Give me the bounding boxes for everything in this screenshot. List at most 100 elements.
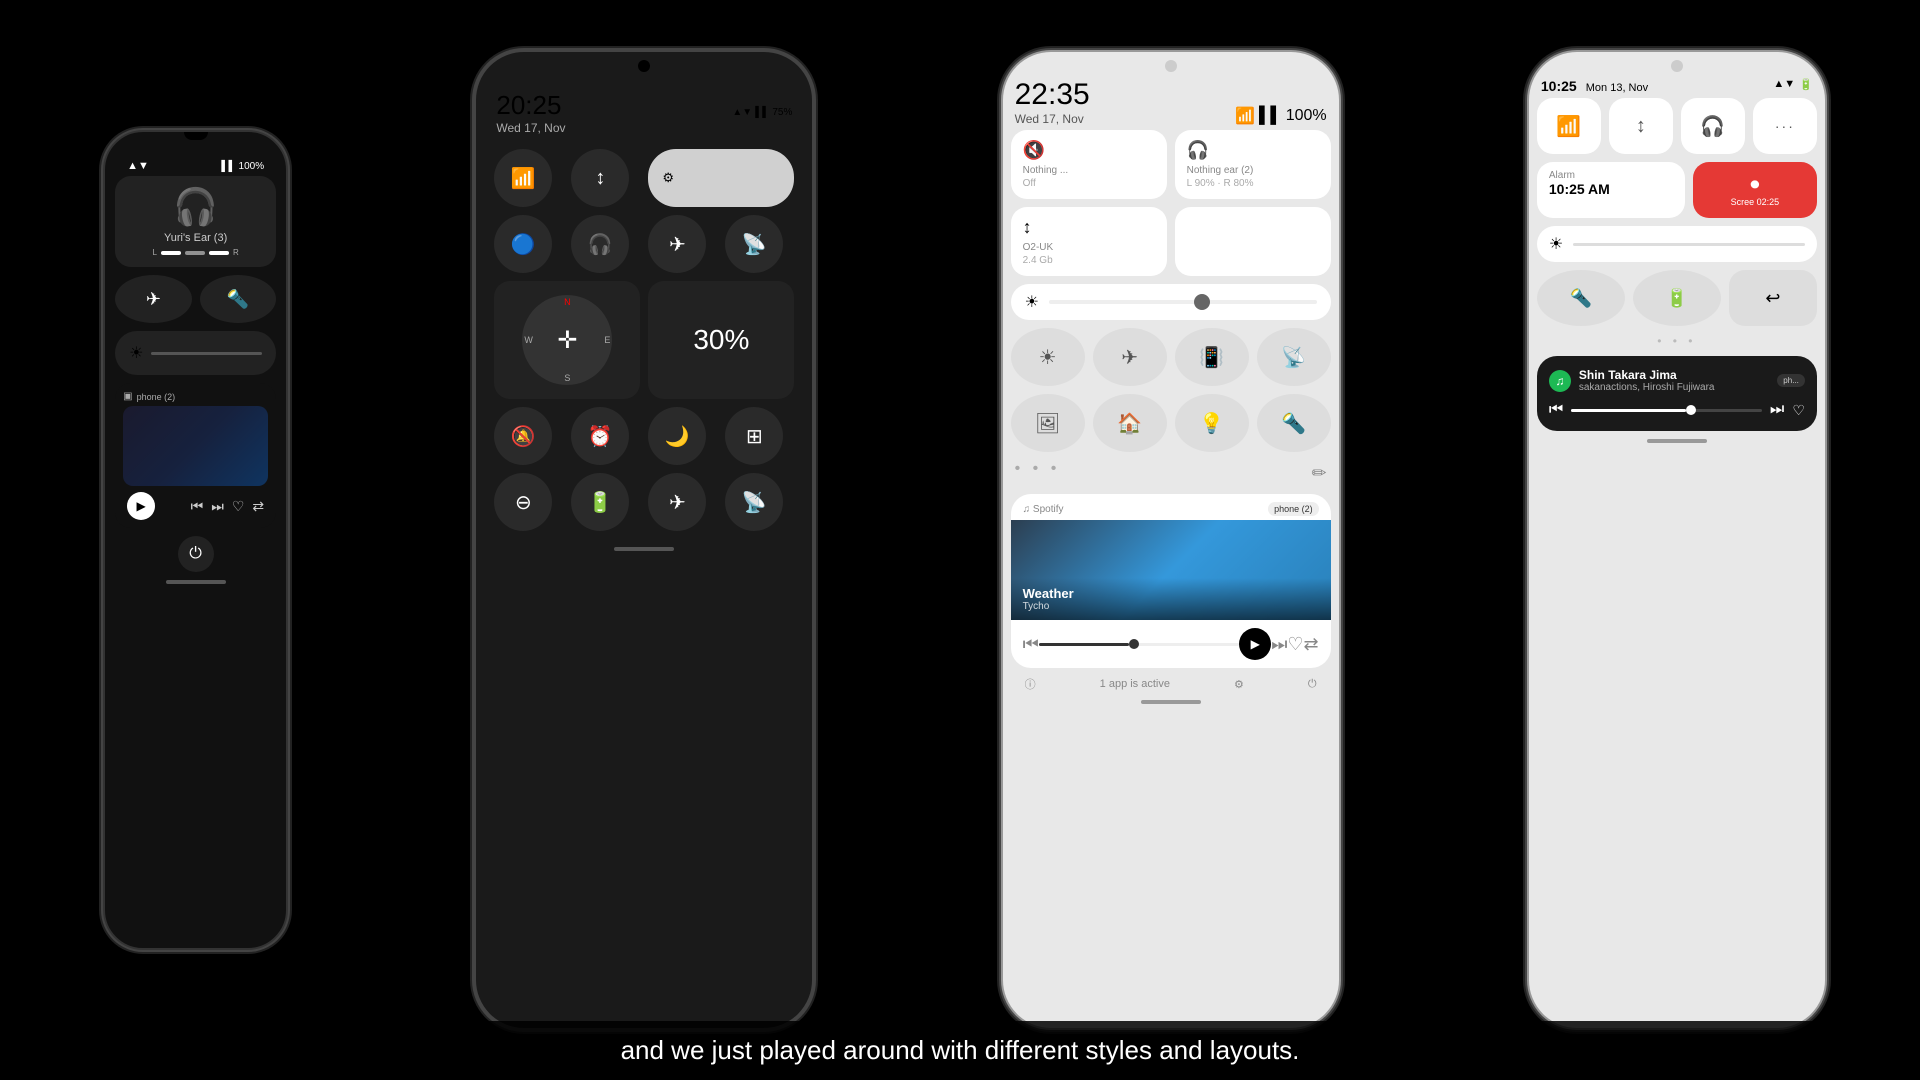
wifi-icon: ▲▼: [732, 107, 752, 118]
music-progress: [1039, 643, 1239, 646]
phone-4-brightness-slider[interactable]: ☀: [1537, 226, 1817, 262]
flashlight-button[interactable]: 🔦: [200, 275, 277, 323]
hotspot-btn[interactable]: 📡: [1257, 328, 1331, 386]
play-button[interactable]: ▶: [127, 492, 155, 520]
phone-1-earbuds-card: 🎧 Yuri's Ear (3) L R: [115, 176, 276, 267]
data-toggle-button[interactable]: ↕: [571, 149, 629, 207]
screen-record-tile[interactable]: ⏺ Scree 02:25: [1693, 162, 1817, 218]
nothing-tile[interactable]: 🔇 Nothing ... Off: [1011, 130, 1167, 199]
flashlight-btn[interactable]: 🔦: [1257, 394, 1331, 452]
phone-4-row1: 📶 ↕ 🎧 ···: [1537, 98, 1817, 154]
alarm-tile[interactable]: Alarm 10:25 AM: [1537, 162, 1685, 218]
phone-2-status-bar: 20:25 Wed 17, Nov ▲▼ ▌▌ 75%: [486, 62, 802, 143]
heart-btn[interactable]: ♡: [1792, 402, 1805, 419]
heart-icon[interactable]: ♡: [232, 498, 245, 515]
spotify-label: ♫ Spotify: [1023, 504, 1064, 515]
progress-dot: [1129, 639, 1139, 649]
earbuds-tile-label: Nothing ear (2): [1187, 165, 1319, 176]
torch-btn[interactable]: 🔦: [1537, 270, 1625, 326]
settings-icon: ⚙: [662, 170, 674, 186]
settings-icon[interactable]: ⚙: [1234, 678, 1244, 691]
phone-3-quick-row1: ☀ ✈ 📳 📡: [1011, 328, 1331, 386]
rotate-tile[interactable]: ↩: [1729, 270, 1817, 326]
record-icon: ⏺: [1750, 174, 1759, 195]
earbuds-tile[interactable]: 🎧 Nothing ear (2) L 90% · R 80%: [1175, 130, 1331, 199]
wifi-button[interactable]: 📶: [494, 149, 552, 207]
prev-icon[interactable]: ⏮: [191, 498, 204, 515]
phone-1-quick-row: ✈ 🔦: [115, 275, 276, 323]
progress-dot: [1686, 405, 1696, 415]
music-progress: [1571, 409, 1762, 412]
airplane-button[interactable]: ✈: [648, 215, 706, 273]
home-indicator: [166, 580, 226, 584]
home-btn[interactable]: 🏠: [1093, 394, 1167, 452]
airplane2-button[interactable]: ✈: [648, 473, 706, 531]
bluetooth-button[interactable]: 🔵: [494, 215, 552, 273]
photo-btn[interactable]: 🖼: [1011, 394, 1085, 452]
phone-4-camera: [1671, 60, 1683, 72]
brightness-btn[interactable]: ☀: [1011, 328, 1085, 386]
compass-south: S: [564, 373, 570, 383]
vibrate-btn[interactable]: 📳: [1175, 328, 1249, 386]
prev-icon[interactable]: ⏮: [1023, 634, 1039, 655]
phone-1-status-bar: ▲▼ ▌▌ 100%: [115, 142, 276, 176]
brightness-track: [151, 352, 262, 355]
hotspot2-button[interactable]: 📡: [725, 473, 783, 531]
power-button[interactable]: ⏻: [178, 536, 214, 572]
time-area: 22:35 Wed 17, Nov: [1015, 78, 1090, 126]
music-controls: ▶ ⏮ ⏭ ♡ ⇄: [123, 492, 268, 520]
compass-east: E: [604, 335, 610, 345]
battery-pct: 75%: [772, 107, 792, 118]
play-button[interactable]: ▶: [1239, 628, 1271, 660]
artist-name: sakanactions, Hiroshi Fujiwara: [1579, 382, 1715, 393]
airplane-button[interactable]: ✈: [115, 275, 192, 323]
song-info: Shin Takara Jima sakanactions, Hiroshi F…: [1579, 368, 1715, 393]
phone-2-time: 20:25: [496, 90, 565, 121]
music-artist: Tycho: [1023, 601, 1319, 612]
compass-north: N: [564, 297, 571, 307]
screen-button[interactable]: ⊞: [725, 407, 783, 465]
data-btn[interactable]: ↕: [1609, 98, 1673, 154]
phone-1-music-card: ▣ phone (2) ▶ ⏮ ⏭ ♡ ⇄: [115, 383, 276, 528]
heart-icon[interactable]: ♡: [1287, 634, 1303, 655]
data-icon: ▲▼: [1773, 78, 1795, 94]
phone-3-tiles-row1: 🔇 Nothing ... Off 🎧 Nothing ear (2) L 90…: [1011, 130, 1331, 199]
earbuds-button[interactable]: 🎧: [571, 215, 629, 273]
wifi-btn[interactable]: 📶: [1537, 98, 1601, 154]
empty-tile: [1175, 207, 1331, 276]
airplane-btn[interactable]: ✈: [1093, 328, 1167, 386]
mid-battery-seg: [185, 251, 205, 255]
next-icon[interactable]: ⏭: [211, 498, 224, 515]
phone-1-brightness-slider[interactable]: ☀: [115, 331, 276, 375]
hotspot-button[interactable]: 📡: [725, 215, 783, 273]
compass-west: W: [524, 335, 533, 345]
power-icon[interactable]: ⏻: [1308, 678, 1317, 691]
battery-button[interactable]: 🔋: [571, 473, 629, 531]
alarm-button[interactable]: ⏰: [571, 407, 629, 465]
active-app-label: 1 app is active: [1100, 678, 1170, 690]
settings-wide-button[interactable]: ⚙: [648, 149, 794, 207]
battery-saver-btn[interactable]: 🔋: [1633, 270, 1721, 326]
next-icon[interactable]: ⏭: [1271, 634, 1287, 655]
repeat-icon[interactable]: ⇄: [1304, 634, 1319, 655]
next-btn[interactable]: ⏭: [1770, 401, 1784, 419]
spotify-icon: ♫: [1549, 370, 1571, 392]
bulb-btn[interactable]: 💡: [1175, 394, 1249, 452]
percent-value: 30%: [693, 324, 749, 356]
date-str: Mon 13, Nov: [1586, 82, 1648, 94]
prev-btn[interactable]: ⏮: [1549, 401, 1563, 419]
phone-3-date: Wed 17, Nov: [1015, 112, 1090, 126]
phone-3-bottom-bar: ⓘ 1 app is active ⚙ ⏻: [1011, 668, 1331, 696]
earbuds-btn[interactable]: 🎧: [1681, 98, 1745, 154]
phone-3-brightness-slider[interactable]: ☀: [1011, 284, 1331, 320]
bedtime-button[interactable]: 🌙: [648, 407, 706, 465]
music-album-art: [123, 406, 268, 486]
dnd-button[interactable]: 🔕: [494, 407, 552, 465]
more-btn[interactable]: ···: [1753, 98, 1817, 154]
edit-icon[interactable]: ✏: [1312, 463, 1327, 484]
minus-button[interactable]: ⊖: [494, 473, 552, 531]
repeat-icon[interactable]: ⇄: [252, 498, 264, 515]
network-tile[interactable]: ↕ O2-UK 2.4 Gb: [1011, 207, 1167, 276]
phone-2: 20:25 Wed 17, Nov ▲▼ ▌▌ 75% 📶 ↕ ⚙ 🔵: [474, 50, 814, 1030]
brightness-track: [1573, 243, 1805, 246]
